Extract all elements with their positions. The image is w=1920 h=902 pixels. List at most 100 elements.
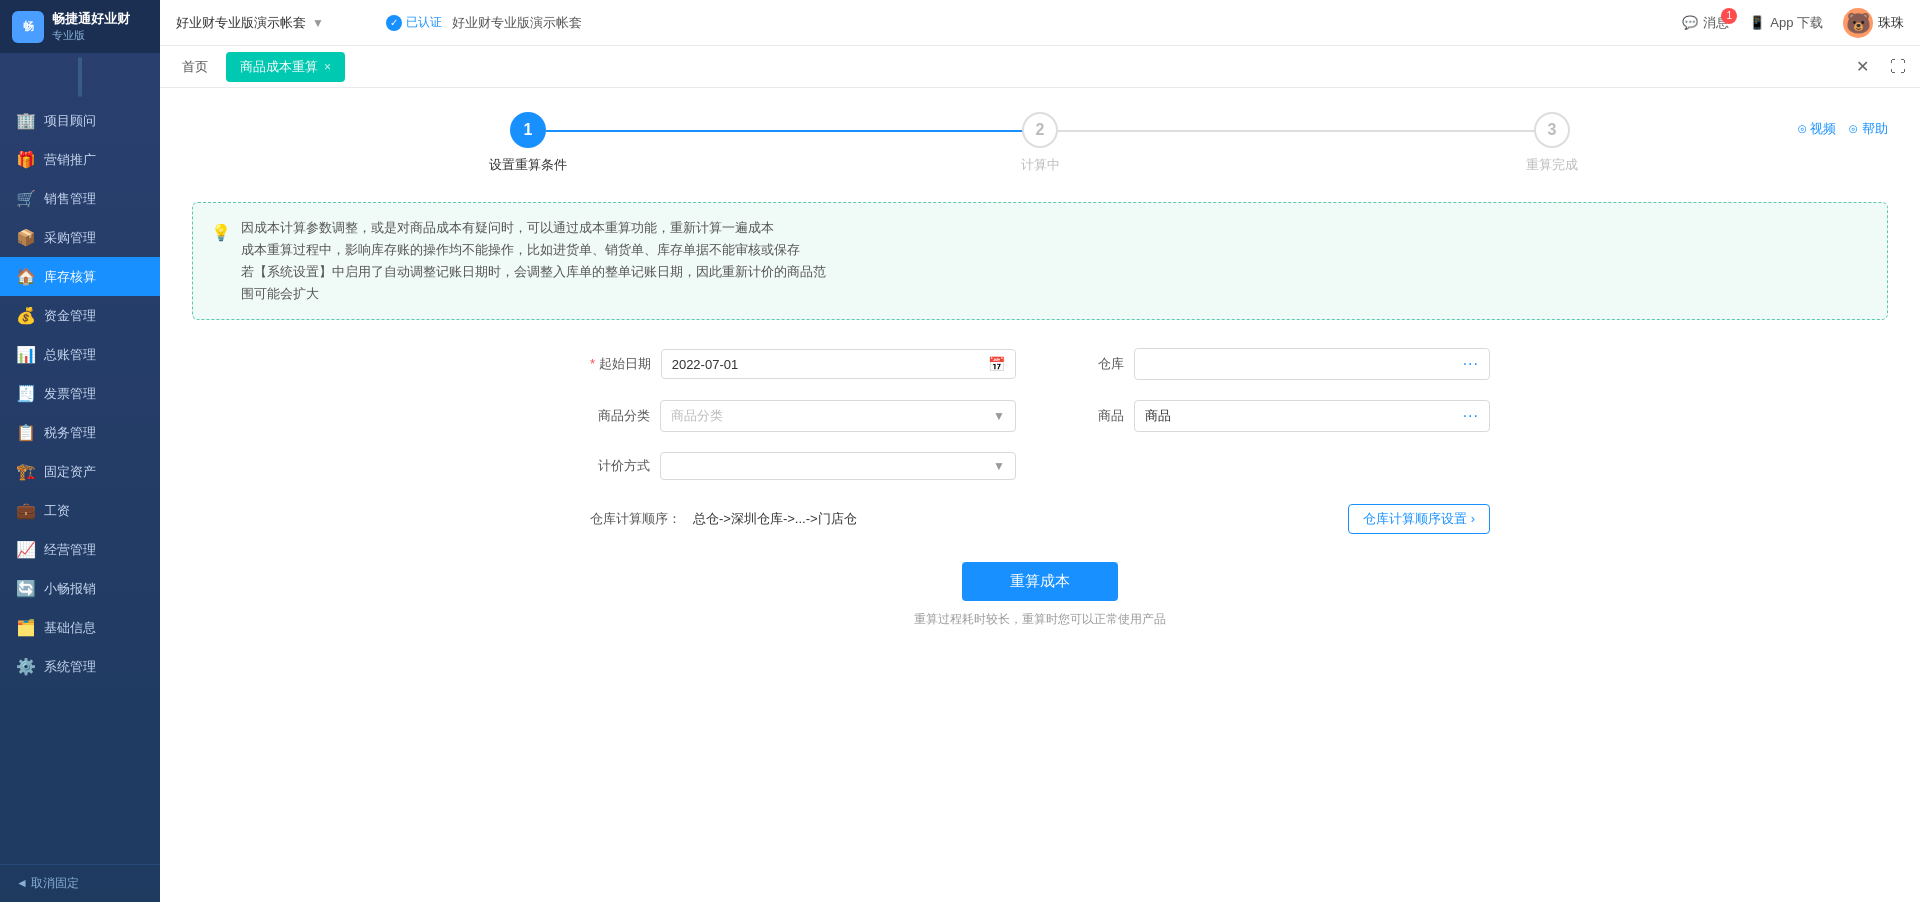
expand-window-button[interactable]: ⛶ [1884, 53, 1912, 81]
calc-order-btn-label: 仓库计算顺序设置 › [1363, 510, 1475, 528]
steps-progress: 1 设置重算条件 2 计算中 3 重算完成 ⊙ 视频 ⊙ 帮助 [192, 112, 1888, 174]
sidebar-footer-unpin[interactable]: ◄ 取消固定 [0, 864, 160, 902]
warning-icon: 💡 [211, 219, 231, 305]
step2-circle: 2 [1022, 112, 1058, 148]
user-profile[interactable]: 🐻 珠珠 [1843, 8, 1904, 38]
unpin-label: ◄ 取消固定 [16, 875, 79, 892]
sidebar-item-accounting[interactable]: 📊 总账管理 [0, 335, 160, 374]
tab-close-icon[interactable]: × [324, 60, 331, 74]
warehouse-input[interactable]: ··· [1134, 348, 1490, 380]
form-row-price-method: 计价方式 ▼ [590, 452, 1016, 480]
sidebar-item-sales[interactable]: 🛒 销售管理 [0, 179, 160, 218]
step1-num: 1 [524, 121, 533, 139]
scroll-bar [78, 57, 82, 97]
username-label: 珠珠 [1878, 14, 1904, 32]
price-method-chevron-icon: ▼ [993, 459, 1005, 473]
step-2: 2 计算中 [784, 112, 1296, 174]
sidebar-item-marketing[interactable]: 🎁 营销推广 [0, 140, 160, 179]
price-method-label: 计价方式 [590, 457, 650, 475]
step-3: 3 重算完成 [1296, 112, 1808, 174]
accounting-icon: 📊 [16, 345, 34, 364]
goods-label: 商品 [1064, 407, 1124, 425]
sidebar-item-system[interactable]: ⚙️ 系统管理 [0, 647, 160, 686]
step3-label: 重算完成 [1526, 156, 1578, 174]
sidebar-item-label: 项目顾问 [44, 112, 96, 130]
sidebar-item-invoice[interactable]: 🧾 发票管理 [0, 374, 160, 413]
step3-circle: 3 [1534, 112, 1570, 148]
tabbar: 首页 商品成本重算 × ✕ ⛶ [160, 46, 1920, 88]
calendar-icon: 📅 [988, 356, 1005, 372]
goods-placeholder: 商品 [1145, 407, 1171, 425]
tabbar-actions: ✕ ⛶ [1848, 53, 1912, 81]
company-name: 好业财专业版演示帐套 [452, 14, 582, 32]
sidebar-item-tax[interactable]: 📋 税务管理 [0, 413, 160, 452]
close-window-button[interactable]: ✕ [1848, 53, 1876, 81]
sidebar-item-inventory[interactable]: 🏠 库存核算 [0, 257, 160, 296]
sidebar-item-label: 资金管理 [44, 307, 96, 325]
info-line1: 因成本计算参数调整，或是对商品成本有疑问时，可以通过成本重算功能，重新计算一遍成… [241, 217, 826, 239]
step1-circle: 1 [510, 112, 546, 148]
inventory-icon: 🏠 [16, 267, 34, 286]
sidebar-item-label: 工资 [44, 502, 70, 520]
category-placeholder: 商品分类 [671, 407, 723, 425]
sidebar-item-assets[interactable]: 🏗️ 固定资产 [0, 452, 160, 491]
goods-input[interactable]: 商品 ··· [1134, 400, 1490, 432]
sidebar-item-salary[interactable]: 💼 工资 [0, 491, 160, 530]
warehouse-dots-icon: ··· [1463, 355, 1479, 373]
tab-home-label: 首页 [182, 58, 208, 76]
sidebar-item-label: 销售管理 [44, 190, 96, 208]
sidebar-item-label: 固定资产 [44, 463, 96, 481]
app-download-button[interactable]: 📱 App 下载 [1749, 14, 1823, 32]
warehouse-label: 仓库 [1064, 355, 1124, 373]
project-icon: 🏢 [16, 111, 34, 130]
tab-recalc-label: 商品成本重算 [240, 58, 318, 76]
start-date-input[interactable]: 2022-07-01 📅 [661, 349, 1016, 379]
scroll-indicator-top [0, 53, 160, 101]
operation-icon: 📈 [16, 540, 34, 559]
step1-label: 设置重算条件 [489, 156, 567, 174]
sidebar-item-label: 营销推广 [44, 151, 96, 169]
sidebar-item-purchase[interactable]: 📦 采购管理 [0, 218, 160, 257]
category-select[interactable]: 商品分类 ▼ [660, 400, 1016, 432]
start-date-label: 起始日期 [590, 355, 651, 373]
invoice-icon: 🧾 [16, 384, 34, 403]
avatar: 🐻 [1843, 8, 1873, 38]
tab-home[interactable]: 首页 [168, 52, 222, 82]
account-selector[interactable]: 好业财专业版演示帐套 ▼ [176, 14, 376, 32]
sidebar-item-label: 基础信息 [44, 619, 96, 637]
message-badge: 1 [1721, 8, 1737, 24]
sidebar-item-operation[interactable]: 📈 经营管理 [0, 530, 160, 569]
sidebar-item-finance[interactable]: 💰 资金管理 [0, 296, 160, 335]
page-content: 1 设置重算条件 2 计算中 3 重算完成 ⊙ 视频 ⊙ 帮助 [160, 88, 1920, 902]
sales-icon: 🛒 [16, 189, 34, 208]
sidebar-item-label: 发票管理 [44, 385, 96, 403]
recalc-button[interactable]: 重算成本 [962, 562, 1118, 601]
form-row-warehouse: 仓库 ··· [1064, 348, 1490, 380]
avatar-emoji: 🐻 [1846, 11, 1871, 35]
topbar: 好业财专业版演示帐套 ▼ ✓ 已认证 好业财专业版演示帐套 💬 消息 1 📱 A… [160, 0, 1920, 46]
account-name: 好业财专业版演示帐套 [176, 14, 306, 32]
price-method-select[interactable]: ▼ [660, 452, 1016, 480]
topbar-right: 💬 消息 1 📱 App 下载 🐻 珠珠 [1682, 8, 1904, 38]
form-row-goods: 商品 商品 ··· [1064, 400, 1490, 432]
help-link[interactable]: ⊙ 帮助 [1848, 120, 1888, 138]
sidebar-item-expense[interactable]: 🔄 小畅报销 [0, 569, 160, 608]
goods-dots-icon: ··· [1463, 407, 1479, 425]
info-box: 💡 因成本计算参数调整，或是对商品成本有疑问时，可以通过成本重算功能，重新计算一… [192, 202, 1888, 320]
calc-order-row: 仓库计算顺序： 总仓->深圳仓库->...->门店仓 仓库计算顺序设置 › [590, 504, 1490, 534]
tab-recalc[interactable]: 商品成本重算 × [226, 52, 345, 82]
info-text: 因成本计算参数调整，或是对商品成本有疑问时，可以通过成本重算功能，重新计算一遍成… [241, 217, 826, 305]
recalc-label: 重算成本 [1010, 572, 1070, 589]
sidebar-item-label: 库存核算 [44, 268, 96, 286]
sidebar-item-label: 总账管理 [44, 346, 96, 364]
message-button[interactable]: 💬 消息 1 [1682, 14, 1729, 32]
sidebar: 畅 畅捷通好业财 专业版 🏢 项目顾问 🎁 营销推广 🛒 销售管理 📦 采购管理… [0, 0, 160, 902]
action-area: 重算成本 重算过程耗时较长，重算时您可以正常使用产品 [192, 562, 1888, 628]
step-1: 1 设置重算条件 [272, 112, 784, 174]
sidebar-item-basic[interactable]: 🗂️ 基础信息 [0, 608, 160, 647]
verified-badge-area: ✓ 已认证 [386, 14, 442, 31]
calc-order-setting-button[interactable]: 仓库计算顺序设置 › [1348, 504, 1490, 534]
sidebar-item-project[interactable]: 🏢 项目顾问 [0, 101, 160, 140]
salary-icon: 💼 [16, 501, 34, 520]
steps-video-help: ⊙ 视频 ⊙ 帮助 [1797, 120, 1888, 138]
